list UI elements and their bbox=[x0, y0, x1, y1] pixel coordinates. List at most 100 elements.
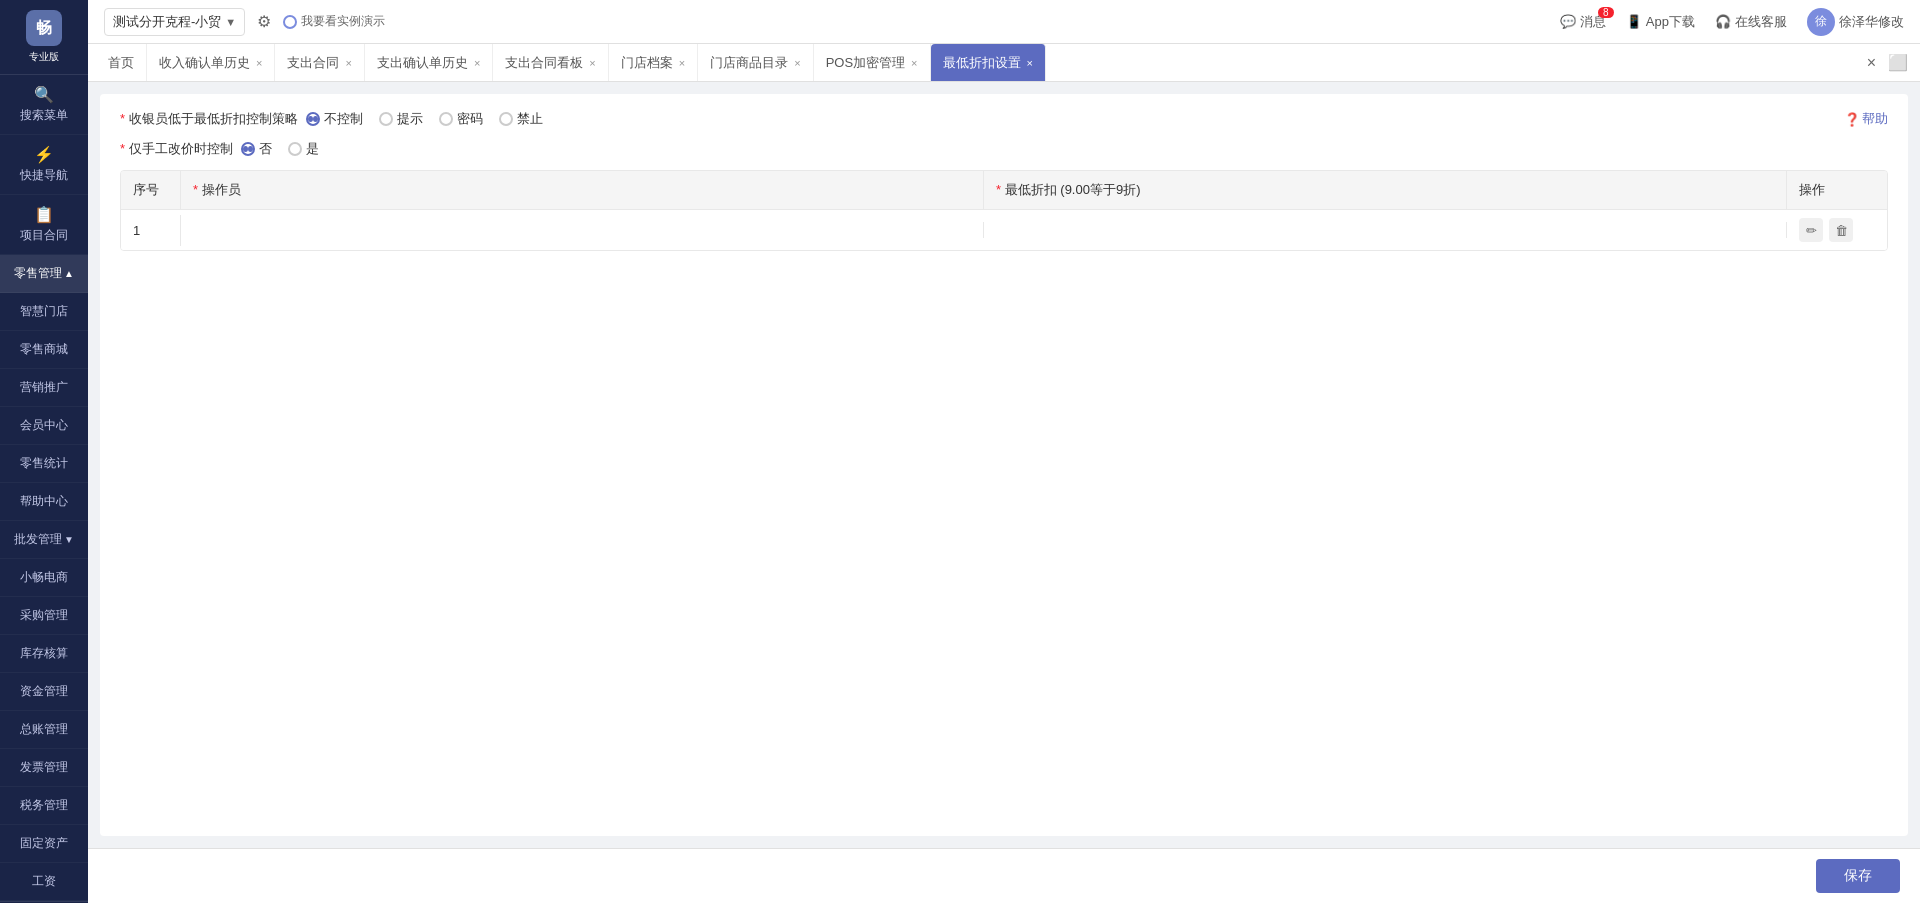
gear-icon: ⚙ bbox=[257, 13, 271, 30]
sidebar-item-label: 智慧门店 bbox=[20, 303, 68, 320]
sidebar-item-contract[interactable]: 📋 项目合同 bbox=[0, 195, 88, 255]
content-panel: ❓ 帮助 * 收银员低于最低折扣控制策略 不控制 提示 bbox=[100, 94, 1908, 836]
sidebar-item-label: 固定资产 bbox=[20, 835, 68, 852]
help-link[interactable]: ❓ 帮助 bbox=[1844, 110, 1888, 128]
tab-income-confirm[interactable]: 收入确认单历史 × bbox=[147, 44, 275, 82]
table-body: 1 ✏ 🗑 bbox=[121, 210, 1887, 250]
message-badge: 8 bbox=[1598, 7, 1614, 18]
topbar-settings-button[interactable]: ⚙ bbox=[257, 12, 271, 31]
sidebar-item-label: 项目合同 bbox=[20, 227, 68, 244]
sidebar-item-asset[interactable]: 固定资产 bbox=[0, 825, 88, 863]
sidebar-nav: 🔍 搜索菜单 ⚡ 快捷导航 📋 项目合同 零售管理 ▲ 智慧门店 零售商城 营销… bbox=[0, 75, 88, 901]
content-area: ❓ 帮助 * 收银员低于最低折扣控制策略 不控制 提示 bbox=[88, 82, 1920, 848]
sidebar-item-ecommerce[interactable]: 小畅电商 bbox=[0, 559, 88, 597]
tab-pos-lock[interactable]: POS加密管理 × bbox=[814, 44, 931, 82]
policy-option-password[interactable]: 密码 bbox=[439, 110, 483, 128]
app-icon: 📱 bbox=[1626, 14, 1642, 29]
manual-option-yes[interactable]: 是 bbox=[288, 140, 319, 158]
sidebar-item-wholesale[interactable]: 批发管理 ▼ bbox=[0, 521, 88, 559]
tab-label: 门店档案 bbox=[621, 54, 673, 72]
close-icon[interactable]: × bbox=[474, 57, 480, 69]
cashier-policy-row: * 收银员低于最低折扣控制策略 不控制 提示 密码 bbox=[120, 110, 1888, 128]
sidebar-item-payroll[interactable]: 工资 bbox=[0, 863, 88, 901]
th-operator: * 操作员 bbox=[181, 171, 984, 209]
sidebar-item-label: 税务管理 bbox=[20, 797, 68, 814]
search-icon: 🔍 bbox=[34, 85, 54, 104]
sidebar: 畅 专业版 🔍 搜索菜单 ⚡ 快捷导航 📋 项目合同 零售管理 ▲ 智慧门店 零… bbox=[0, 0, 88, 903]
tab-label: 支出合同看板 bbox=[505, 54, 583, 72]
close-icon[interactable]: × bbox=[794, 57, 800, 69]
tab-store-file[interactable]: 门店档案 × bbox=[609, 44, 698, 82]
wholesale-arrow-icon: ▼ bbox=[64, 534, 74, 545]
headset-icon: 🎧 bbox=[1715, 14, 1731, 29]
sidebar-item-label: 总账管理 bbox=[20, 721, 68, 738]
delete-row-button[interactable]: 🗑 bbox=[1829, 218, 1853, 242]
sidebar-item-finance[interactable]: 资金管理 bbox=[0, 673, 88, 711]
th-action: 操作 bbox=[1787, 171, 1887, 209]
sidebar-item-label: 资金管理 bbox=[20, 683, 68, 700]
radio-remind-icon bbox=[379, 112, 393, 126]
sidebar-item-tax[interactable]: 税务管理 bbox=[0, 787, 88, 825]
edit-row-button[interactable]: ✏ bbox=[1799, 218, 1823, 242]
user-name: 徐泽华修改 bbox=[1839, 13, 1904, 31]
user-profile-button[interactable]: 徐 徐泽华修改 bbox=[1807, 8, 1904, 36]
policy-option-remind[interactable]: 提示 bbox=[379, 110, 423, 128]
demo-link[interactable]: 我要看实例演示 bbox=[283, 13, 385, 30]
tab-close-all-button[interactable]: × bbox=[1863, 54, 1880, 72]
tab-label: POS加密管理 bbox=[826, 54, 905, 72]
sidebar-item-label: 会员中心 bbox=[20, 417, 68, 434]
app-label: App下载 bbox=[1646, 13, 1695, 31]
sidebar-item-member[interactable]: 会员中心 bbox=[0, 407, 88, 445]
radio-password-icon bbox=[439, 112, 453, 126]
sidebar-item-smartstore[interactable]: 智慧门店 bbox=[0, 293, 88, 331]
tab-label: 首页 bbox=[108, 54, 134, 72]
sidebar-item-label: 发票管理 bbox=[20, 759, 68, 776]
tab-maximize-button[interactable]: ⬜ bbox=[1884, 53, 1912, 72]
logo-text: 专业版 bbox=[29, 50, 59, 64]
manual-price-label: * 仅手工改价时控制 bbox=[120, 140, 233, 158]
sidebar-item-quicknav[interactable]: ⚡ 快捷导航 bbox=[0, 135, 88, 195]
close-icon[interactable]: × bbox=[589, 57, 595, 69]
avatar: 徐 bbox=[1807, 8, 1835, 36]
tab-pay-confirm[interactable]: 支出确认单历史 × bbox=[365, 44, 493, 82]
sidebar-item-retail[interactable]: 零售管理 ▲ bbox=[0, 255, 88, 293]
sidebar-item-label: 快捷导航 bbox=[20, 167, 68, 184]
tab-home[interactable]: 首页 bbox=[96, 44, 147, 82]
radio-forbid-icon bbox=[499, 112, 513, 126]
sidebar-item-invoice[interactable]: 发票管理 bbox=[0, 749, 88, 787]
sidebar-item-marketing[interactable]: 营销推广 bbox=[0, 369, 88, 407]
sidebar-item-purchase[interactable]: 采购管理 bbox=[0, 597, 88, 635]
close-icon[interactable]: × bbox=[679, 57, 685, 69]
close-icon[interactable]: × bbox=[345, 57, 351, 69]
tab-pay-contract-board[interactable]: 支出合同看板 × bbox=[493, 44, 608, 82]
close-icon[interactable]: × bbox=[911, 57, 917, 69]
td-operator bbox=[181, 222, 984, 238]
tab-pay-contract[interactable]: 支出合同 × bbox=[275, 44, 364, 82]
sidebar-item-help[interactable]: 帮助中心 bbox=[0, 483, 88, 521]
sidebar-item-retailstat[interactable]: 零售统计 bbox=[0, 445, 88, 483]
app-download-button[interactable]: 📱 App下载 bbox=[1626, 13, 1695, 31]
close-icon[interactable]: × bbox=[256, 57, 262, 69]
sidebar-item-onlineshop[interactable]: 零售商城 bbox=[0, 331, 88, 369]
tabbar: 首页 收入确认单历史 × 支出合同 × 支出确认单历史 × 支出合同看板 × 门… bbox=[88, 44, 1920, 82]
quicknav-icon: ⚡ bbox=[34, 145, 54, 164]
support-button[interactable]: 🎧 在线客服 bbox=[1715, 13, 1787, 31]
manual-option-no[interactable]: 否 bbox=[241, 140, 272, 158]
project-name: 测试分开克程-小贸 bbox=[113, 13, 221, 31]
sidebar-item-inventory[interactable]: 库存核算 bbox=[0, 635, 88, 673]
policy-option-no-control[interactable]: 不控制 bbox=[306, 110, 363, 128]
sidebar-item-ledger[interactable]: 总账管理 bbox=[0, 711, 88, 749]
tab-store-product[interactable]: 门店商品目录 × bbox=[698, 44, 813, 82]
main-area: 测试分开克程-小贸 ▼ ⚙ 我要看实例演示 💬 消息 8 📱 App下载 🎧 在… bbox=[88, 0, 1920, 903]
close-icon[interactable]: × bbox=[1027, 57, 1033, 69]
sidebar-item-search[interactable]: 🔍 搜索菜单 bbox=[0, 75, 88, 135]
project-selector[interactable]: 测试分开克程-小贸 ▼ bbox=[104, 8, 245, 36]
message-button[interactable]: 💬 消息 8 bbox=[1560, 13, 1606, 31]
save-button[interactable]: 保存 bbox=[1816, 859, 1900, 893]
tab-min-discount[interactable]: 最低折扣设置 × bbox=[931, 44, 1046, 82]
radio-no-control-icon bbox=[306, 112, 320, 126]
radio-no-icon bbox=[241, 142, 255, 156]
policy-option-forbid[interactable]: 禁止 bbox=[499, 110, 543, 128]
tab-label: 门店商品目录 bbox=[710, 54, 788, 72]
sidebar-logo: 畅 专业版 bbox=[0, 0, 88, 75]
